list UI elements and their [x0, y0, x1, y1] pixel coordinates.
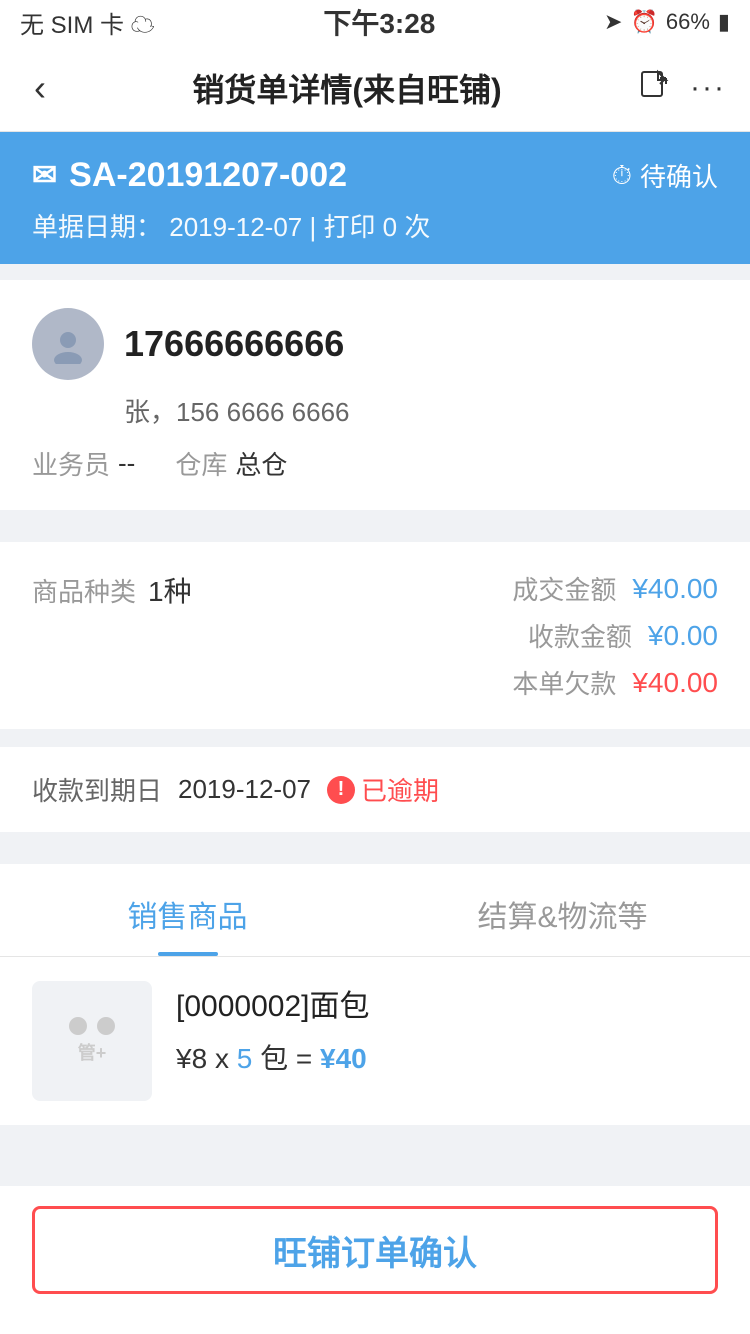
transaction-label: 成交金额: [512, 570, 616, 607]
battery-level: 66%: [666, 9, 710, 35]
more-button[interactable]: ···: [690, 71, 726, 105]
product-list: 管+ [0000002]面包 ¥8 x 5 包 = ¥40: [0, 957, 750, 1125]
product-qty: 5: [237, 1043, 253, 1074]
share-button[interactable]: [638, 68, 670, 108]
salesperson-item: 业务员 --: [32, 445, 135, 482]
sim-status: 无 SIM 卡 ☁: [20, 5, 155, 40]
salesperson-label: 业务员: [32, 445, 110, 482]
due-amount-row: 本单欠款 ¥40.00: [512, 664, 718, 701]
category-count: 1种: [148, 570, 192, 610]
print-info: | 打印 0 次: [309, 212, 430, 242]
owl-left-eye: [69, 1017, 87, 1035]
tabs-bar: 销售商品 结算&物流等: [0, 864, 750, 957]
unit-price: ¥8: [176, 1043, 207, 1074]
product-name: [0000002]面包: [176, 981, 718, 1025]
unit-label: 包: [260, 1043, 288, 1074]
order-number: ✉ SA-20191207-002: [32, 156, 347, 195]
warehouse-item: 仓库 总仓: [175, 445, 287, 482]
divider-2: [0, 729, 750, 745]
order-date-value: 2019-12-07: [169, 212, 302, 242]
tabs-section: 销售商品 结算&物流等 管+ [0000002]面包 ¥8: [0, 864, 750, 1125]
warehouse-label: 仓库: [175, 445, 227, 482]
order-envelope-icon: ✉: [32, 158, 57, 193]
customer-top: 17666666666: [32, 308, 718, 380]
product-owl-logo: 管+: [69, 1017, 115, 1065]
status-clock-icon: ⏱: [612, 160, 632, 192]
product-price: ¥8 x 5 包 = ¥40: [176, 1037, 718, 1077]
confirm-button-wrap: 旺铺订单确认: [0, 1186, 750, 1334]
owl-eyes: [69, 1017, 115, 1035]
summary-section: 商品种类 1种 成交金额 ¥40.00 收款金额 ¥0.00 本单欠款 ¥40.…: [0, 542, 750, 729]
due-amount-label: 本单欠款: [512, 664, 616, 701]
order-date-line: 单据日期： 2019-12-07 | 打印 0 次: [32, 207, 718, 244]
order-id: SA-20191207-002: [69, 156, 347, 195]
receipt-row: 收款金额 ¥0.00: [528, 617, 718, 654]
due-amount-value: ¥40.00: [632, 667, 718, 699]
confirm-order-button[interactable]: 旺铺订单确认: [32, 1206, 718, 1294]
overdue-warning-icon: !: [327, 776, 355, 804]
tab-sales-label: 销售商品: [128, 901, 248, 934]
status-right: ➤ ⏰ 66% ▮: [604, 9, 730, 35]
tab-settlement-label: 结算&物流等: [477, 901, 647, 934]
category-label: 商品种类: [32, 572, 136, 609]
date-label: 单据日期：: [32, 212, 162, 242]
back-button[interactable]: ‹: [24, 57, 56, 119]
divider-3: [0, 832, 750, 848]
tab-sales-products[interactable]: 销售商品: [0, 864, 375, 956]
order-header: ✉ SA-20191207-002 ⏱ 待确认 单据日期： 2019-12-07…: [0, 132, 750, 264]
receipt-amount: ¥0.00: [648, 620, 718, 652]
warehouse-value: 总仓: [235, 445, 287, 482]
equals-sign: =: [296, 1043, 320, 1074]
owl-right-eye: [97, 1017, 115, 1035]
product-total: ¥40: [320, 1043, 367, 1074]
alarm-icon: ⏰: [630, 9, 657, 35]
order-status: ⏱ 待确认: [612, 157, 718, 194]
receipt-label: 收款金额: [528, 617, 632, 654]
status-left: 无 SIM 卡 ☁: [20, 5, 155, 40]
customer-name: 张，156 6666 6666: [32, 392, 718, 429]
table-row: 管+ [0000002]面包 ¥8 x 5 包 = ¥40: [32, 981, 718, 1101]
product-thumbnail: 管+: [32, 981, 152, 1101]
status-time: 下午3:28: [323, 2, 435, 42]
status-label: 待确认: [640, 157, 718, 194]
due-date-section: 收款到期日 2019-12-07 ! 已逾期: [0, 747, 750, 832]
customer-section: 17666666666 张，156 6666 6666 业务员 -- 仓库 总仓: [0, 280, 750, 510]
due-date-label: 收款到期日: [32, 771, 162, 808]
nav-actions: ···: [638, 68, 726, 108]
nav-bar: ‹ 销货单详情(来自旺铺) ···: [0, 44, 750, 132]
owl-brand-text: 管+: [78, 1039, 107, 1065]
due-date-value: 2019-12-07: [178, 774, 311, 805]
battery-icon: ▮: [718, 9, 730, 35]
product-info: [0000002]面包 ¥8 x 5 包 = ¥40: [176, 981, 718, 1077]
page-title: 销货单详情(来自旺铺): [192, 65, 501, 111]
overdue-badge: ! 已逾期: [327, 771, 439, 808]
overdue-text: 已逾期: [361, 771, 439, 808]
status-bar: 无 SIM 卡 ☁ 下午3:28 ➤ ⏰ 66% ▮: [0, 0, 750, 44]
multiply-sign: x: [215, 1043, 237, 1074]
tab-settlement[interactable]: 结算&物流等: [375, 864, 750, 956]
category-row: 商品种类 1种: [32, 570, 192, 610]
order-header-top: ✉ SA-20191207-002 ⏱ 待确认: [32, 156, 718, 195]
transaction-row: 成交金额 ¥40.00: [512, 570, 718, 607]
avatar: [32, 308, 104, 380]
location-icon: ➤: [604, 9, 622, 35]
summary-right: 成交金额 ¥40.00 收款金额 ¥0.00 本单欠款 ¥40.00: [512, 570, 718, 701]
customer-meta: 业务员 -- 仓库 总仓: [32, 445, 718, 482]
customer-phone: 17666666666: [124, 323, 344, 365]
summary-left: 商品种类 1种: [32, 570, 192, 610]
transaction-amount: ¥40.00: [632, 573, 718, 605]
salesperson-value: --: [118, 448, 135, 479]
divider-1: [0, 510, 750, 526]
